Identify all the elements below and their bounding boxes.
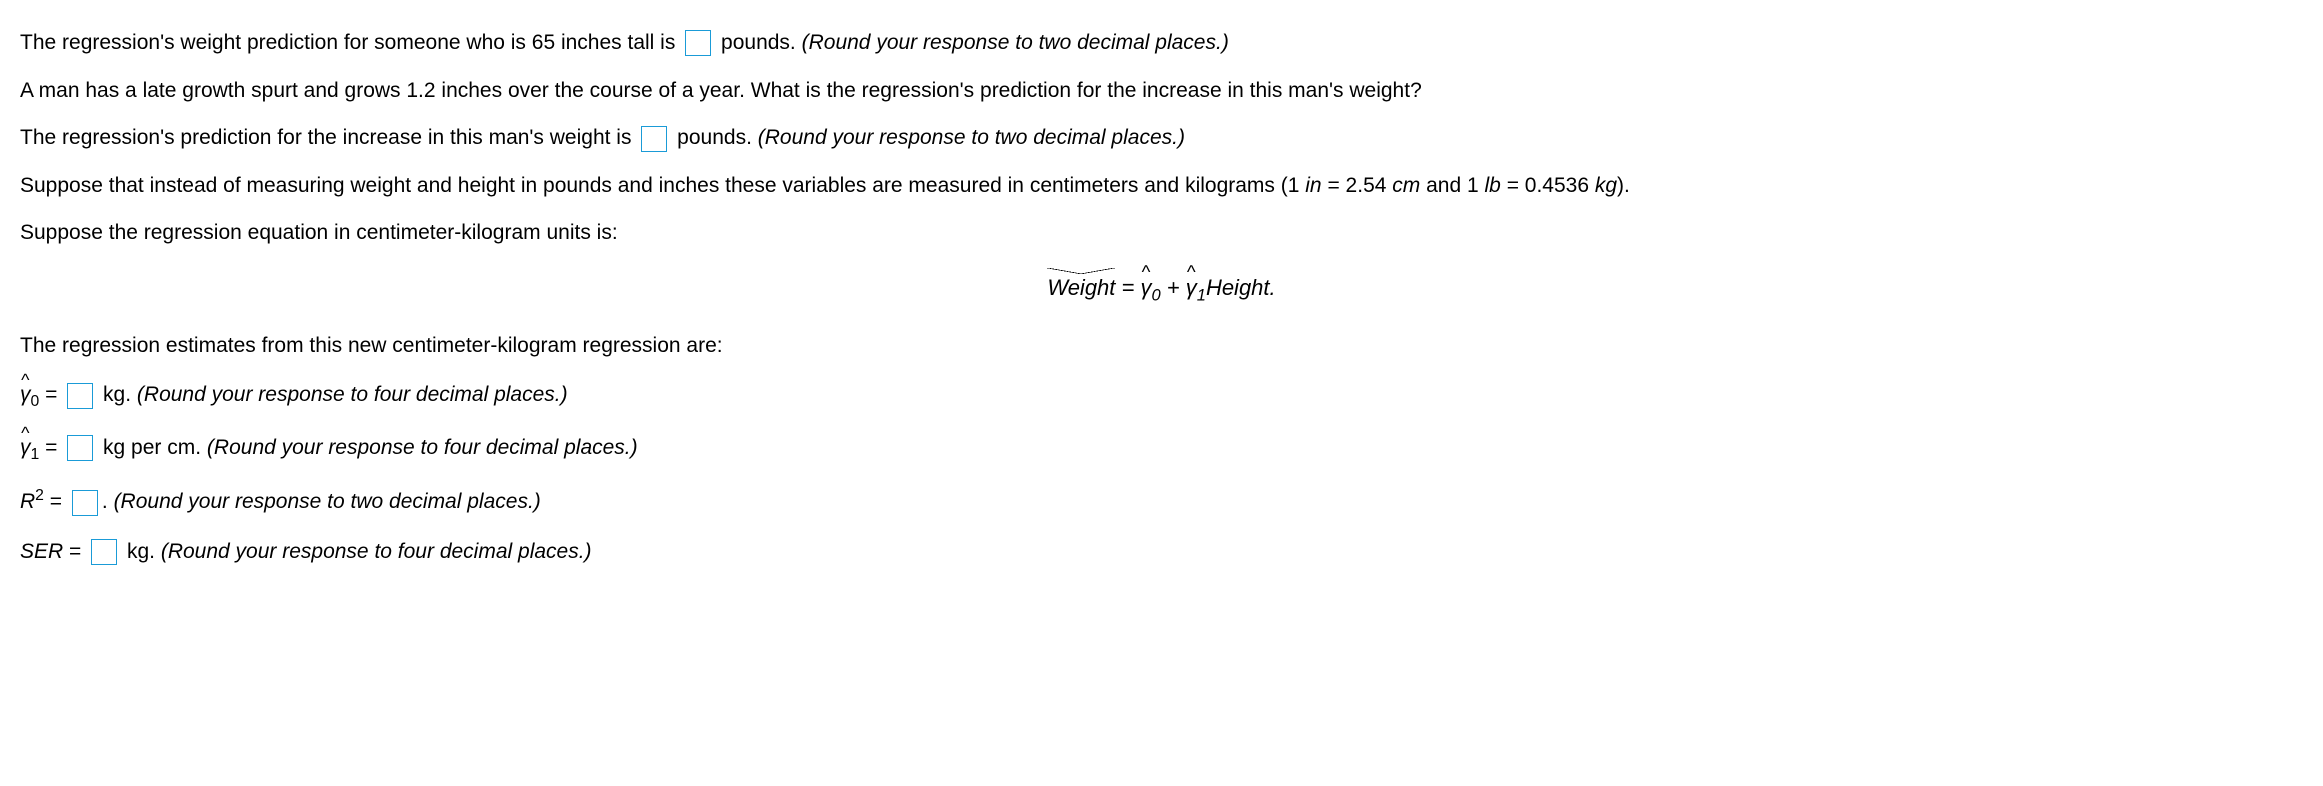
unit: kg per cm. (103, 436, 201, 459)
hint: (Round your response to four decimal pla… (161, 540, 592, 563)
question-estimates-intro: The regression estimates from this new c… (20, 329, 2303, 363)
hint: (Round your response to two decimal plac… (802, 31, 1229, 54)
hint: (Round your response to two decimal plac… (758, 126, 1185, 149)
input-gamma0[interactable] (67, 383, 93, 409)
unit-in: in (1305, 174, 1321, 197)
equals: = (1115, 275, 1140, 300)
sub-1: 1 (1197, 286, 1206, 304)
unit: . (102, 490, 108, 513)
input-gamma1[interactable] (67, 435, 93, 461)
text: ). (1617, 174, 1630, 197)
r-symbol: R (20, 490, 35, 513)
plus: + (1161, 275, 1186, 300)
equals: = (39, 383, 63, 406)
text: A man has a late growth spurt and grows … (20, 79, 1422, 102)
unit: kg. (127, 540, 155, 563)
param-gamma0: γ0 = kg. (Round your response to four de… (20, 378, 2303, 414)
text: pounds. (721, 31, 796, 54)
question-weight-prediction: The regression's weight prediction for s… (20, 26, 2303, 60)
input-weight-increase[interactable] (641, 126, 667, 152)
gamma-sym: γ (1140, 275, 1151, 300)
sup-2: 2 (35, 487, 44, 504)
question-unit-conversion: Suppose that instead of measuring weight… (20, 169, 2303, 203)
gamma0-symbol: γ (20, 378, 31, 412)
gamma1-hat: γ (1186, 270, 1197, 305)
question-growth-spurt: A man has a late growth spurt and grows … (20, 74, 2303, 108)
weight-hat: Weight (1047, 270, 1115, 305)
weight-label: Weight (1047, 275, 1115, 300)
param-gamma1: γ1 = kg per cm. (Round your response to … (20, 431, 2303, 467)
gamma-sym: γ (20, 383, 31, 406)
gamma-sym: γ (1186, 275, 1197, 300)
text: The regression's weight prediction for s… (20, 31, 675, 54)
question-weight-increase: The regression's prediction for the incr… (20, 121, 2303, 155)
gamma0-hat: γ (1140, 270, 1151, 305)
text: = 2.54 (1322, 174, 1393, 197)
hint: (Round your response to two decimal plac… (114, 490, 541, 513)
gamma1-symbol: γ (20, 431, 31, 465)
equals: = (39, 436, 63, 459)
unit-lb: lb (1485, 174, 1501, 197)
text: pounds. (677, 126, 752, 149)
sub-1: 1 (31, 446, 40, 463)
unit-cm: cm (1392, 174, 1420, 197)
equals: = (63, 540, 87, 563)
height-label: Height. (1206, 275, 1276, 300)
text: Suppose that instead of measuring weight… (20, 174, 1305, 197)
text: Suppose the regression equation in centi… (20, 221, 618, 244)
input-r-squared[interactable] (72, 490, 98, 516)
hint: (Round your response to four decimal pla… (207, 436, 638, 459)
sub-0: 0 (1151, 286, 1160, 304)
ser-symbol: SER (20, 540, 63, 563)
text: = 0.4536 (1501, 174, 1595, 197)
unit: kg. (103, 383, 131, 406)
unit-kg: kg (1595, 174, 1617, 197)
sub-0: 0 (31, 394, 40, 411)
text: The regression's prediction for the incr… (20, 126, 631, 149)
question-regression-intro: Suppose the regression equation in centi… (20, 216, 2303, 250)
equals: = (44, 490, 68, 513)
text: and 1 (1420, 174, 1484, 197)
param-ser: SER = kg. (Round your response to four d… (20, 535, 2303, 569)
gamma-sym: γ (20, 436, 31, 459)
regression-equation: Weight = γ0 + γ1Height. (20, 270, 2303, 309)
input-ser[interactable] (91, 539, 117, 565)
text: The regression estimates from this new c… (20, 334, 723, 357)
hint: (Round your response to four decimal pla… (137, 383, 568, 406)
param-r-squared: R2 = . (Round your response to two decim… (20, 483, 2303, 519)
input-weight-65[interactable] (685, 30, 711, 56)
